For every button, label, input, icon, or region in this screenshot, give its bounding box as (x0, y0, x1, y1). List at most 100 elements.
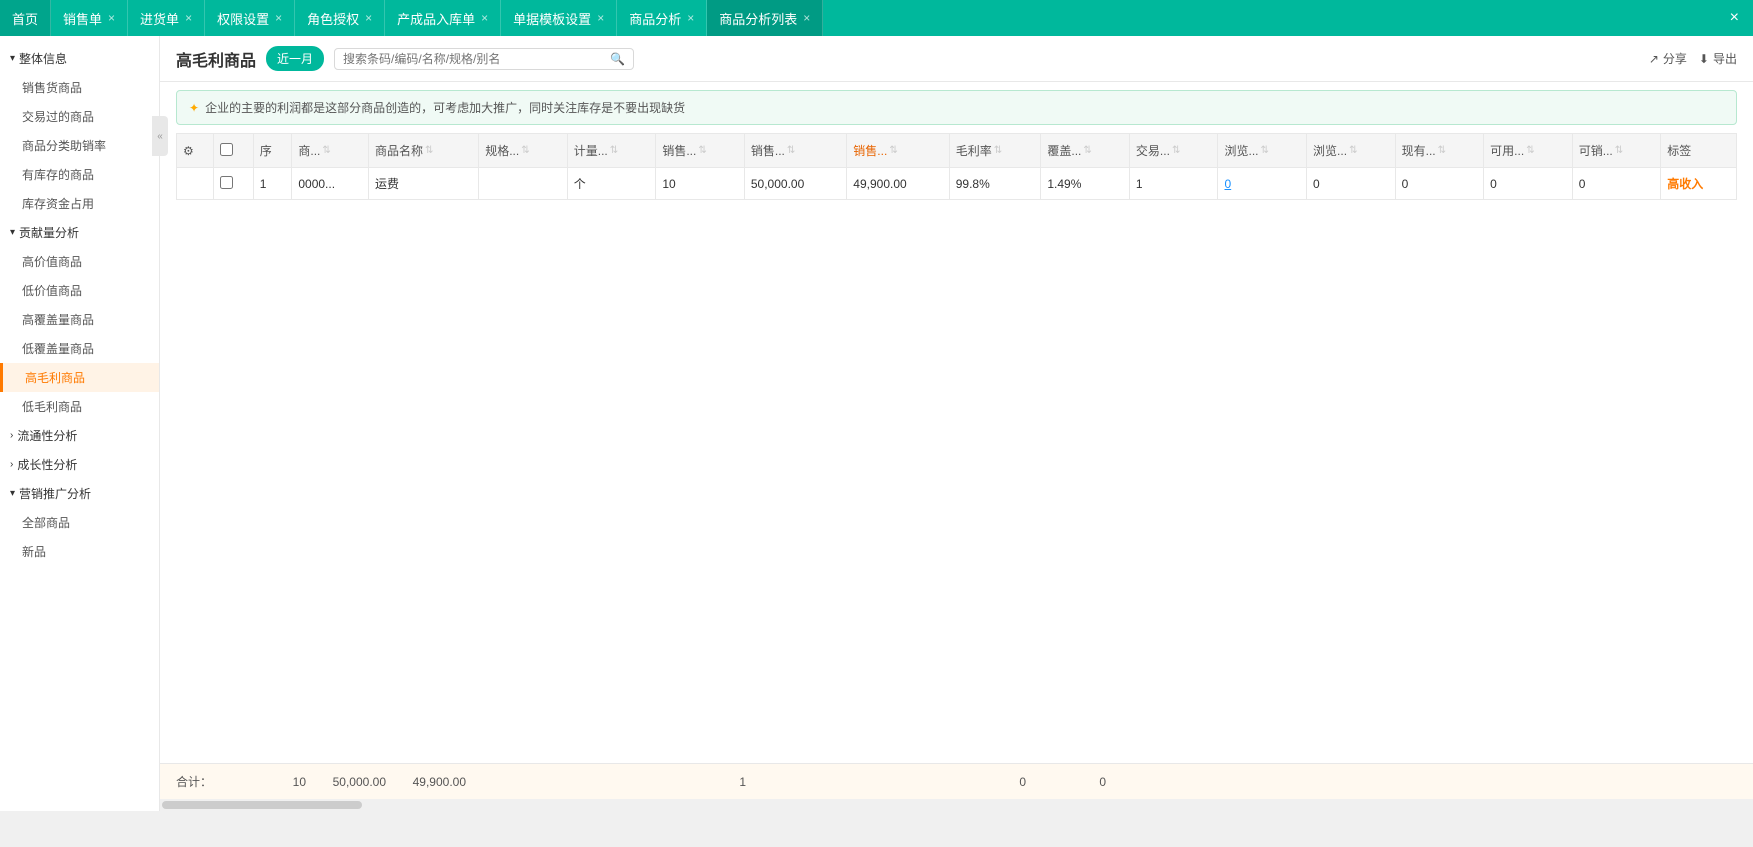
nav-tab-roles[interactable]: 角色授权 × (295, 0, 385, 36)
nav-tab-analysis-list[interactable]: 商品分析列表 × (707, 0, 823, 36)
col-sales-qty[interactable]: 销售...⇅ (656, 134, 745, 168)
cell-settings (177, 168, 214, 200)
col-index: 序 (253, 134, 292, 168)
sort-icon-transaction: ⇅ (1172, 145, 1180, 156)
sort-icon-available: ⇅ (1526, 145, 1534, 156)
sort-icon-sales-amount: ⇅ (787, 145, 795, 156)
search-icon[interactable]: 🔍 (610, 52, 625, 66)
sidebar-item-new-goods[interactable]: 新品 (0, 537, 159, 566)
cell-browse1[interactable]: 0 (1218, 168, 1307, 200)
nav-tab-analysis[interactable]: 商品分析 × (617, 0, 707, 36)
col-transaction[interactable]: 交易...⇅ (1129, 134, 1218, 168)
close-analysis-tab[interactable]: × (687, 11, 694, 25)
col-spec[interactable]: 规格...⇅ (479, 134, 568, 168)
cell-available: 0 (1484, 168, 1573, 200)
footer-bar: 合计： 10 50,000.00 49,900.00 1 0 0 (160, 763, 1753, 799)
col-available[interactable]: 可用...⇅ (1484, 134, 1573, 168)
sort-icon-sales-qty: ⇅ (698, 145, 706, 156)
col-sellable[interactable]: 可销...⇅ (1572, 134, 1661, 168)
nav-tab-sales[interactable]: 销售单 × (51, 0, 128, 36)
window-close-button[interactable]: × (1716, 0, 1753, 36)
footer-spacer2 (752, 775, 952, 789)
col-checkbox[interactable] (213, 134, 253, 168)
sidebar-item-traded-goods[interactable]: 交易过的商品 (0, 102, 159, 131)
close-purchase-tab[interactable]: × (185, 11, 192, 25)
col-sales-cost[interactable]: 销售...⇅ (847, 134, 949, 168)
sidebar-group-growth[interactable]: › 成长性分析 (0, 450, 159, 479)
sidebar-group-overall[interactable]: ▾ 整体信息 (0, 44, 159, 73)
info-banner: ✦ 企业的主要的利润都是这部分商品创造的，可考虑加大推广，同时关注库存是不要出现… (176, 90, 1737, 125)
cell-tag: 高收入 (1661, 168, 1737, 200)
nav-tab-home[interactable]: 首页 (0, 0, 51, 36)
sort-icon-coverage: ⇅ (1083, 145, 1091, 156)
col-current-stock[interactable]: 现有...⇅ (1395, 134, 1484, 168)
sidebar-item-category-rate[interactable]: 商品分类助销率 (0, 131, 159, 160)
close-analysis-list-tab[interactable]: × (803, 11, 810, 25)
sidebar-item-high-coverage[interactable]: 高覆盖量商品 (0, 305, 159, 334)
browse1-link[interactable]: 0 (1224, 177, 1231, 191)
close-inbound-tab[interactable]: × (481, 11, 488, 25)
nav-tab-inbound[interactable]: 产成品入库单 × (385, 0, 501, 36)
col-browse2[interactable]: 浏览...⇅ (1307, 134, 1396, 168)
close-template-tab[interactable]: × (597, 11, 604, 25)
close-roles-tab[interactable]: × (365, 11, 372, 25)
cell-sales-qty: 10 (656, 168, 745, 200)
arrow-overall: ▾ (10, 53, 15, 64)
sidebar-item-high-margin[interactable]: 高毛利商品 (0, 363, 159, 392)
sidebar: ▾ 整体信息 销售货商品 交易过的商品 商品分类助销率 有库存的商品 库存资金占… (0, 36, 160, 811)
export-button[interactable]: ⬇ 导出 (1699, 50, 1737, 67)
cell-sales-cost: 49,900.00 (847, 168, 949, 200)
close-permissions-tab[interactable]: × (275, 11, 282, 25)
cell-checkbox[interactable] (213, 168, 253, 200)
select-all-checkbox[interactable] (220, 143, 233, 156)
col-name[interactable]: 商品名称⇅ (369, 134, 479, 168)
row-checkbox[interactable] (220, 176, 233, 189)
sidebar-item-low-value[interactable]: 低价值商品 (0, 276, 159, 305)
scrollbar-thumb[interactable] (162, 801, 362, 809)
sidebar-item-high-value[interactable]: 高价值商品 (0, 247, 159, 276)
sidebar-item-low-coverage[interactable]: 低覆盖量商品 (0, 334, 159, 363)
data-table: ⚙ 序 商...⇅ 商品名称⇅ 规格...⇅ 计量...⇅ 销售...⇅ 销售.… (176, 133, 1737, 200)
table-container: ⚙ 序 商...⇅ 商品名称⇅ 规格...⇅ 计量...⇅ 销售...⇅ 销售.… (160, 133, 1753, 763)
arrow-flow: › (10, 430, 13, 441)
cell-coverage: 1.49% (1041, 168, 1130, 200)
close-sales-tab[interactable]: × (108, 11, 115, 25)
sort-icon-sellable: ⇅ (1615, 145, 1623, 156)
nav-tab-permissions[interactable]: 权限设置 × (205, 0, 295, 36)
sidebar-group-flow[interactable]: › 流通性分析 (0, 421, 159, 450)
sidebar-item-all-goods[interactable]: 全部商品 (0, 508, 159, 537)
nav-tab-purchase[interactable]: 进货单 × (128, 0, 205, 36)
col-settings[interactable]: ⚙ (177, 134, 214, 168)
nav-tab-template[interactable]: 单据模板设置 × (501, 0, 617, 36)
col-code[interactable]: 商...⇅ (292, 134, 369, 168)
sidebar-group-contribution[interactable]: ▾ 贡献量分析 (0, 218, 159, 247)
col-coverage[interactable]: 覆盖...⇅ (1041, 134, 1130, 168)
arrow-marketing: ▾ (10, 488, 15, 499)
sidebar-collapse-button[interactable]: « (152, 116, 168, 156)
sort-icon-gross-margin: ⇅ (994, 145, 1002, 156)
col-browse1[interactable]: 浏览...⇅ (1218, 134, 1307, 168)
col-unit[interactable]: 计量...⇅ (567, 134, 656, 168)
content-area: 高毛利商品 近一月 🔍 ↗ 分享 ⬇ 导出 ✦ 企业的主要的利润都是这部分商品创… (160, 36, 1753, 811)
sidebar-item-stock-fund[interactable]: 库存资金占用 (0, 189, 159, 218)
search-input[interactable] (343, 52, 610, 66)
col-tag[interactable]: 标签 (1661, 134, 1737, 168)
page-title: 高毛利商品 (176, 47, 256, 71)
sidebar-item-low-margin[interactable]: 低毛利商品 (0, 392, 159, 421)
sidebar-item-in-stock[interactable]: 有库存的商品 (0, 160, 159, 189)
footer-spacer (472, 775, 672, 789)
sidebar-item-sales-goods[interactable]: 销售货商品 (0, 73, 159, 102)
col-sales-amount[interactable]: 销售...⇅ (744, 134, 846, 168)
cell-unit: 个 (567, 168, 656, 200)
share-button[interactable]: ↗ 分享 (1649, 50, 1687, 67)
arrow-contribution: ▾ (10, 227, 15, 238)
footer-available: 0 (1032, 775, 1112, 789)
table-row: 1 0000... 运费 个 10 50,000.00 49,900.00 99… (177, 168, 1737, 200)
cell-code: 0000... (292, 168, 369, 200)
filter-btn-recent-month[interactable]: 近一月 (266, 46, 324, 71)
sort-icon-spec: ⇅ (521, 145, 529, 156)
footer-label: 合计： (176, 773, 212, 790)
horizontal-scrollbar[interactable] (160, 799, 1753, 811)
col-gross-margin[interactable]: 毛利率⇅ (949, 134, 1041, 168)
sidebar-group-marketing[interactable]: ▾ 营销推广分析 (0, 479, 159, 508)
